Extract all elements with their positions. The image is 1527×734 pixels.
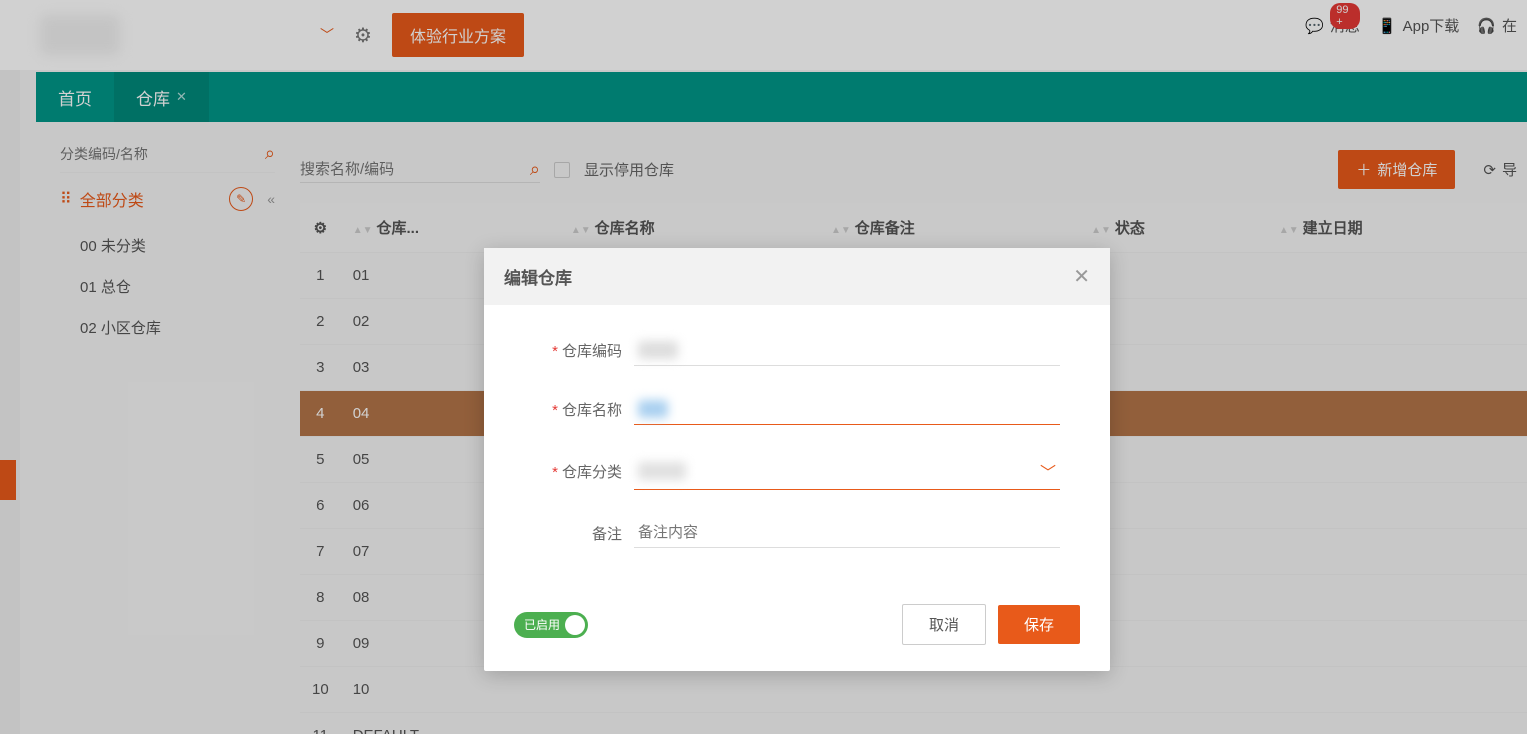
save-button[interactable]: 保存 (998, 605, 1080, 644)
enabled-toggle[interactable]: 已启用 (514, 612, 588, 638)
edit-warehouse-modal: 编辑仓库 ✕ *仓库编码 *仓库名称 *仓库分类 ﹀ 备注 (484, 248, 1110, 671)
chevron-down-icon: ﹀ (1040, 459, 1056, 483)
code-input[interactable] (634, 335, 1060, 366)
cancel-button[interactable]: 取消 (902, 604, 986, 645)
close-icon[interactable]: ✕ (1073, 264, 1090, 289)
name-input[interactable] (634, 394, 1060, 425)
modal-title: 编辑仓库 (504, 264, 572, 289)
note-input[interactable] (634, 518, 1060, 548)
category-select[interactable]: ﹀ (634, 453, 1060, 490)
